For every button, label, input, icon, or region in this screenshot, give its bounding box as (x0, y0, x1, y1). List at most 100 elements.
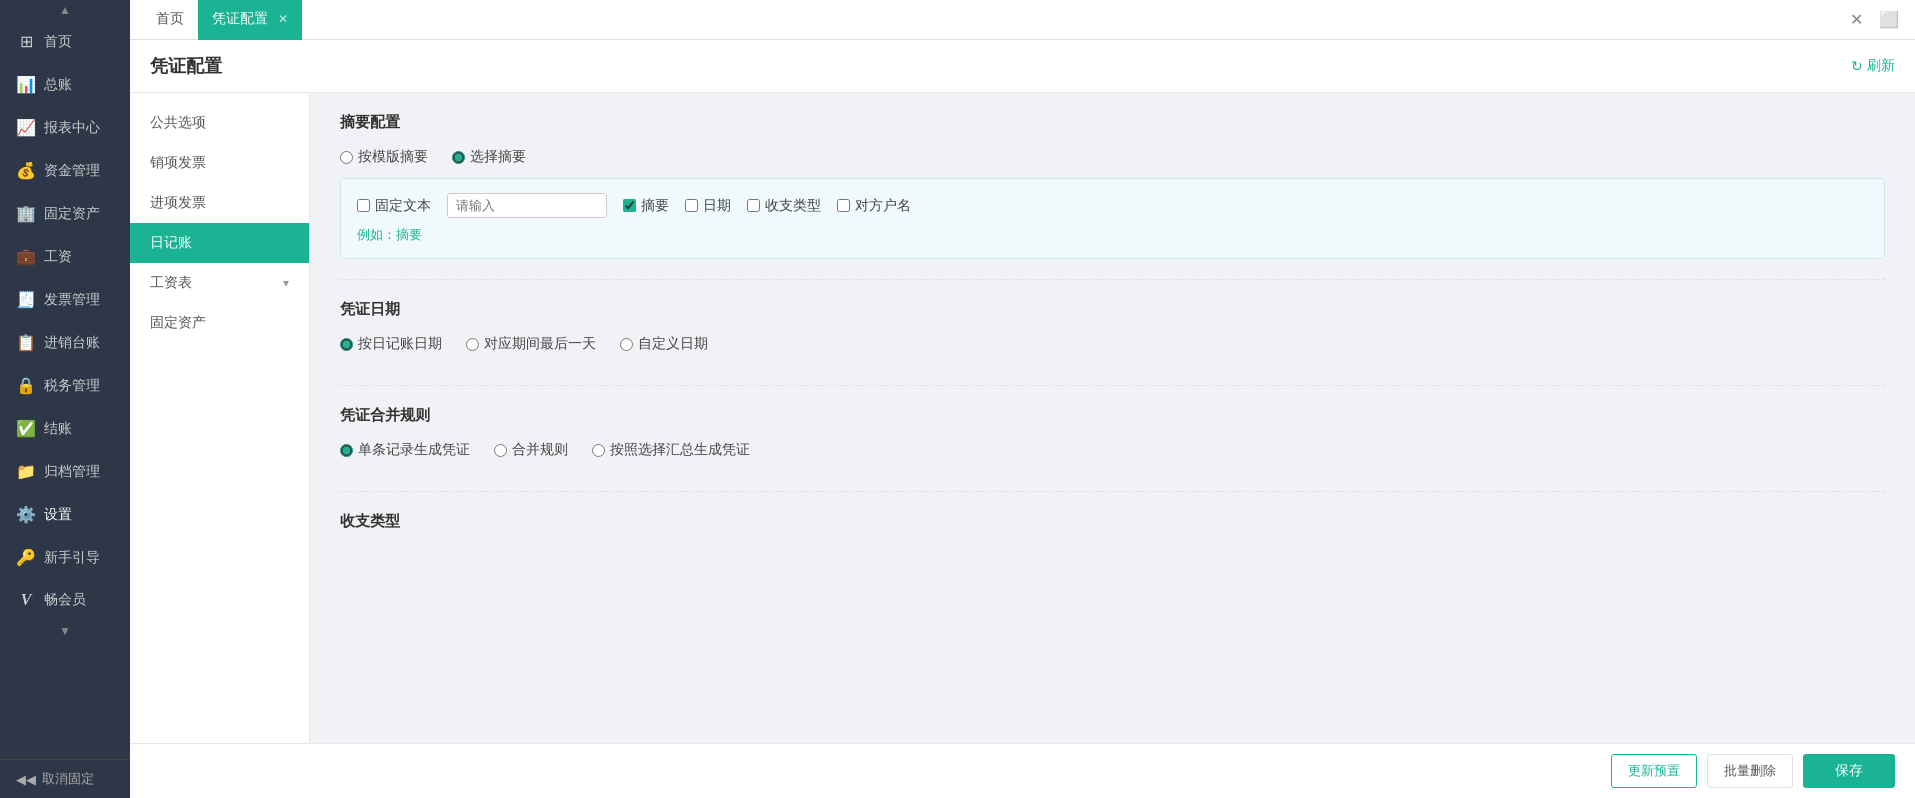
window-close-btn[interactable]: ✕ (1846, 10, 1867, 29)
select-summary-option[interactable]: 选择摘要 (452, 148, 526, 166)
select-total-radio[interactable] (592, 444, 605, 457)
nav-label-purchase: 进项发票 (150, 194, 206, 212)
settings-icon: ⚙️ (16, 505, 36, 524)
counterpart-label: 对方户名 (855, 197, 911, 215)
reports-icon: 📈 (16, 118, 36, 137)
sidebar-item-guide[interactable]: 🔑 新手引导 (0, 536, 130, 579)
batch-delete-button[interactable]: 批量删除 (1707, 754, 1793, 788)
income-expense-section: 收支类型 (340, 512, 1885, 567)
refresh-label: 刷新 (1867, 57, 1895, 75)
nav-payroll-table[interactable]: 工资表 ▾ (130, 263, 309, 303)
sidebar-item-home[interactable]: ⊞ 首页 (0, 20, 130, 63)
nav-purchase-invoice[interactable]: 进项发票 (130, 183, 309, 223)
bottom-bar: 更新预置 批量删除 保存 (130, 743, 1915, 798)
sidebar-label-tax: 税务管理 (44, 377, 100, 395)
page-content: 凭证配置 ↻ 刷新 公共选项 销项发票 进项发票 日记账 (130, 40, 1915, 798)
page-header: 凭证配置 ↻ 刷新 (130, 40, 1915, 93)
custom-date-radio[interactable] (620, 338, 633, 351)
by-journal-date-option[interactable]: 按日记账日期 (340, 335, 442, 353)
single-record-label: 单条记录生成凭证 (358, 441, 470, 459)
tab-voucher-config-label: 凭证配置 (212, 10, 268, 28)
refresh-button[interactable]: ↻ 刷新 (1851, 57, 1895, 75)
sidebar-scroll-down[interactable]: ▼ (0, 621, 130, 641)
example-prefix: 例如： (357, 227, 396, 242)
nav-sales-invoice[interactable]: 销项发票 (130, 143, 309, 183)
sidebar-item-sales-ledger[interactable]: 📋 进销台账 (0, 321, 130, 364)
sidebar-item-tax[interactable]: 🔒 税务管理 (0, 364, 130, 407)
cancel-pin-btn[interactable]: ◀◀ 取消固定 (0, 759, 130, 798)
invoice-icon: 🧾 (16, 290, 36, 309)
summary-config-title: 摘要配置 (340, 113, 1885, 132)
tab-close-icon[interactable]: ✕ (278, 12, 288, 26)
nav-label-sales: 销项发票 (150, 154, 206, 172)
sidebar-label-invoice: 发票管理 (44, 291, 100, 309)
sidebar-item-payroll[interactable]: 💼 工资 (0, 235, 130, 278)
custom-date-option[interactable]: 自定义日期 (620, 335, 708, 353)
sidebar-item-funds[interactable]: 💰 资金管理 (0, 149, 130, 192)
summary-config-section: 摘要配置 按模版摘要 选择摘要 (340, 113, 1885, 280)
merge-rules-option[interactable]: 合并规则 (494, 441, 568, 459)
nav-journal[interactable]: 日记账 (130, 223, 309, 263)
fixed-text-checkbox[interactable] (357, 199, 370, 212)
nav-public-options[interactable]: 公共选项 (130, 103, 309, 143)
date-checkbox[interactable] (685, 199, 698, 212)
sidebar-scroll-up[interactable]: ▲ (0, 0, 130, 20)
summary-options-row: 按模版摘要 选择摘要 (340, 148, 1885, 166)
last-day-radio[interactable] (466, 338, 479, 351)
window-maximize-btn[interactable]: ⬜ (1875, 10, 1903, 29)
nav-label-journal: 日记账 (150, 234, 192, 252)
nav-label-payroll-table: 工资表 (150, 274, 192, 292)
last-day-option[interactable]: 对应期间最后一天 (466, 335, 596, 353)
sidebar-item-invoice-mgmt[interactable]: 🧾 发票管理 (0, 278, 130, 321)
guide-icon: 🔑 (16, 548, 36, 567)
merge-rules-radio[interactable] (494, 444, 507, 457)
voucher-date-title: 凭证日期 (340, 300, 1885, 319)
sidebar-item-settings[interactable]: ⚙️ 设置 (0, 493, 130, 536)
main-area: 首页 凭证配置 ✕ ✕ ⬜ 凭证配置 ↻ 刷新 公共选项 (130, 0, 1915, 798)
last-day-label: 对应期间最后一天 (484, 335, 596, 353)
counterpart-option[interactable]: 对方户名 (837, 197, 911, 215)
sidebar-item-reports[interactable]: 📈 报表中心 (0, 106, 130, 149)
single-record-option[interactable]: 单条记录生成凭证 (340, 441, 470, 459)
sidebar-item-vip[interactable]: V 畅会员 (0, 579, 130, 621)
ledger-icon: 📊 (16, 75, 36, 94)
sidebar-item-archive[interactable]: 📁 归档管理 (0, 450, 130, 493)
select-total-label: 按照选择汇总生成凭证 (610, 441, 750, 459)
select-total-option[interactable]: 按照选择汇总生成凭证 (592, 441, 750, 459)
tab-voucher-config[interactable]: 凭证配置 ✕ (198, 0, 302, 40)
merge-rules-title: 凭证合并规则 (340, 406, 1885, 425)
template-summary-radio[interactable] (340, 151, 353, 164)
tab-home[interactable]: 首页 (142, 0, 198, 40)
counterpart-checkbox[interactable] (837, 199, 850, 212)
select-summary-radio[interactable] (452, 151, 465, 164)
sidebar-label-archive: 归档管理 (44, 463, 100, 481)
payroll-icon: 💼 (16, 247, 36, 266)
nav-label-public: 公共选项 (150, 114, 206, 132)
sidebar-label-reports: 报表中心 (44, 119, 100, 137)
merge-rules-section: 凭证合并规则 单条记录生成凭证 合并规则 按照选择汇总生成凭证 (340, 406, 1885, 492)
update-preview-button[interactable]: 更新预置 (1611, 754, 1697, 788)
template-summary-option[interactable]: 按模版摘要 (340, 148, 428, 166)
content-layout: 公共选项 销项发票 进项发票 日记账 工资表 ▾ 固定资产 (130, 93, 1915, 743)
single-record-radio[interactable] (340, 444, 353, 457)
by-journal-date-radio[interactable] (340, 338, 353, 351)
save-button[interactable]: 保存 (1803, 754, 1895, 788)
income-expense-checkbox[interactable] (747, 199, 760, 212)
pin-icon: ◀◀ (16, 772, 36, 787)
tab-actions: ✕ ⬜ (1846, 10, 1903, 29)
archive-icon: 📁 (16, 462, 36, 481)
date-option[interactable]: 日期 (685, 197, 731, 215)
sidebar-label-sales-ledger: 进销台账 (44, 334, 100, 352)
fixed-text-input[interactable] (447, 193, 607, 218)
fixed-text-option[interactable]: 固定文本 (357, 197, 431, 215)
sidebar-item-close[interactable]: ✅ 结账 (0, 407, 130, 450)
income-expense-option[interactable]: 收支类型 (747, 197, 821, 215)
cancel-pin-label: 取消固定 (42, 770, 94, 788)
sidebar-item-ledger[interactable]: 📊 总账 (0, 63, 130, 106)
close-accounts-icon: ✅ (16, 419, 36, 438)
nav-fixed-assets[interactable]: 固定资产 (130, 303, 309, 343)
sidebar-item-assets[interactable]: 🏢 固定资产 (0, 192, 130, 235)
summary-option[interactable]: 摘要 (623, 197, 669, 215)
merge-rules-options-row: 单条记录生成凭证 合并规则 按照选择汇总生成凭证 (340, 441, 1885, 459)
summary-checkbox[interactable] (623, 199, 636, 212)
